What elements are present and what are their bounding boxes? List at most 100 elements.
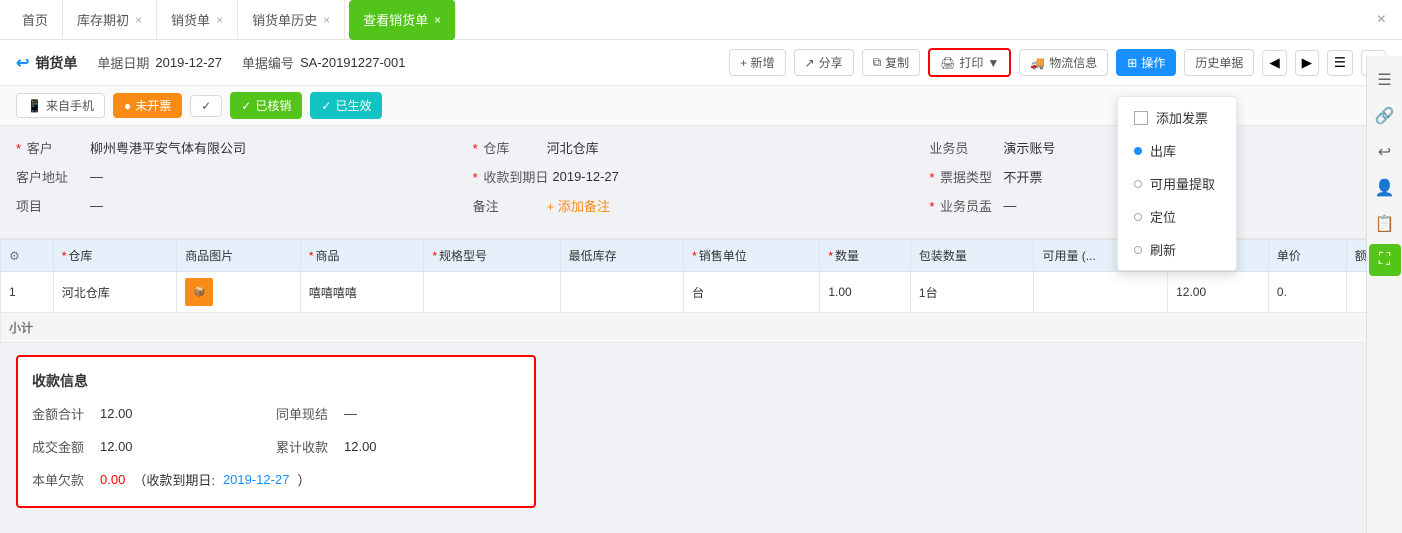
already-effective-button[interactable]: ✓ 已生效 bbox=[310, 92, 382, 119]
dropdown-refresh[interactable]: 刷新 bbox=[1118, 233, 1236, 266]
same-order-item: 同单现结 — bbox=[276, 401, 520, 426]
from-phone-button[interactable]: 📱 来自手机 bbox=[16, 93, 105, 118]
sidebar-icon-6[interactable]: ⛶ bbox=[1369, 244, 1401, 276]
col-sales-unit: *销售单位 bbox=[684, 240, 820, 272]
col-settings: ⚙ bbox=[1, 240, 54, 272]
col-product-img: 商品图片 bbox=[177, 240, 301, 272]
dropdown-outbound[interactable]: 出库 bbox=[1118, 134, 1236, 167]
circle-dot-icon-2 bbox=[1134, 213, 1142, 221]
doc-icon: ↩ bbox=[16, 53, 29, 73]
history-button[interactable]: 历史单据 bbox=[1184, 49, 1254, 76]
row-min-stock bbox=[560, 272, 684, 313]
close-all-tabs[interactable]: × bbox=[1369, 11, 1394, 29]
sidebar-icon-2[interactable]: 🔗 bbox=[1369, 100, 1401, 132]
close-view-sales-tab[interactable]: × bbox=[434, 13, 441, 27]
payment-section: 收款信息 金额合计 12.00 同单现结 — 成交金额 12.00 累计收款 1… bbox=[16, 355, 536, 508]
row-product: 嘻嘻嘻嘻 bbox=[300, 272, 424, 313]
confirm-button[interactable]: ✓ bbox=[190, 95, 222, 117]
operations-dropdown: 添加发票 出库 可用量提取 定位 刷新 bbox=[1117, 96, 1237, 271]
new-button[interactable]: + 新增 bbox=[729, 49, 785, 76]
logistics-button[interactable]: 🚚 物流信息 bbox=[1019, 49, 1108, 76]
note-field: 备注 + 添加备注 bbox=[473, 196, 930, 215]
next-button[interactable]: ▶ bbox=[1295, 50, 1319, 76]
dropdown-add-invoice[interactable]: 添加发票 bbox=[1118, 101, 1236, 134]
check-cyan-icon: ✓ bbox=[321, 99, 331, 113]
check-green-icon: ✓ bbox=[241, 99, 251, 113]
tab-sales-history[interactable]: 销货单历史 × bbox=[238, 0, 345, 40]
tab-sales-order[interactable]: 销货单 × bbox=[157, 0, 238, 40]
close-sales-order-tab[interactable]: × bbox=[216, 13, 223, 27]
circle-dot-icon-3 bbox=[1134, 246, 1142, 254]
doc-actions: + 新增 ↗ 分享 ⧉ 复制 🖨 打印 ▼ 🚚 物流信息 ⊞ bbox=[729, 48, 1386, 77]
balance-item: 本单欠款 0.00 （收款到期日: 2019-12-27 ） bbox=[32, 467, 520, 492]
unsaved-button[interactable]: ● 未开票 bbox=[113, 93, 182, 118]
tab-bar: 首页 库存期初 × 销货单 × 销货单历史 × 查看销货单 × × bbox=[0, 0, 1402, 40]
col-quantity: *数量 bbox=[820, 240, 911, 272]
dropdown-available-qty[interactable]: 可用量提取 bbox=[1118, 167, 1236, 200]
project-field: 项目 — bbox=[16, 196, 473, 215]
copy-icon: ⧉ bbox=[873, 55, 882, 70]
doc-meta: 单据日期 2019-12-27 单据编号 SA-20191227-001 bbox=[97, 53, 405, 72]
col-pack-qty: 包装数量 bbox=[910, 240, 1034, 272]
row-pack-qty: 1台 bbox=[910, 272, 1034, 313]
tab-inventory-init[interactable]: 库存期初 × bbox=[63, 0, 157, 40]
doc-header: ↩ 销货单 单据日期 2019-12-27 单据编号 SA-20191227-0… bbox=[0, 40, 1402, 86]
right-sidebar: ☰ 🔗 ↩ 👤 📋 ⛶ bbox=[1366, 56, 1402, 533]
sidebar-icon-1[interactable]: ☰ bbox=[1369, 64, 1401, 96]
copy-button[interactable]: ⧉ 复制 bbox=[862, 49, 921, 76]
sidebar-icon-3[interactable]: ↩ bbox=[1369, 136, 1401, 168]
settings-icon[interactable]: ⚙ bbox=[9, 249, 20, 263]
check-icon: ✓ bbox=[201, 99, 211, 113]
print-button[interactable]: 🖨 打印 ▼ bbox=[928, 48, 1011, 77]
add-note-button[interactable]: + 添加备注 bbox=[547, 196, 610, 215]
row-quantity: 1.00 bbox=[820, 272, 911, 313]
row-unit-price: 0. bbox=[1268, 272, 1346, 313]
row-spec bbox=[424, 272, 560, 313]
close-inventory-init-tab[interactable]: × bbox=[135, 13, 142, 27]
doc-date-field: 单据日期 2019-12-27 bbox=[97, 53, 222, 72]
circle-icon: ● bbox=[124, 99, 131, 113]
dropdown-locate[interactable]: 定位 bbox=[1118, 200, 1236, 233]
payment-grid: 金额合计 12.00 同单现结 — 成交金额 12.00 累计收款 12.00 … bbox=[32, 401, 520, 492]
sidebar-icon-4[interactable]: 👤 bbox=[1369, 172, 1401, 204]
customer-field: * 客户 柳州粤港平安气体有限公司 bbox=[16, 138, 473, 157]
row-current-stock: 12.00 bbox=[1168, 272, 1269, 313]
table-row: 1 河北仓库 📦 嘻嘻嘻嘻 台 1.00 1台 12.00 0. bbox=[1, 272, 1402, 313]
subtotal-row: 小计 bbox=[1, 313, 1402, 343]
row-no: 1 bbox=[1, 272, 54, 313]
col-warehouse: *仓库 bbox=[53, 240, 177, 272]
tab-home[interactable]: 首页 bbox=[8, 0, 63, 40]
due-date-field: * 收款到期日 2019-12-27 bbox=[473, 167, 930, 186]
share-button[interactable]: ↗ 分享 bbox=[794, 49, 854, 76]
circle-dot-icon bbox=[1134, 180, 1142, 188]
col-unit-price: 单价 bbox=[1268, 240, 1346, 272]
deal-amount-item: 成交金额 12.00 bbox=[32, 434, 276, 459]
row-available bbox=[1034, 272, 1168, 313]
col-spec: *规格型号 bbox=[424, 240, 560, 272]
print-button-wrapper: 🖨 打印 ▼ bbox=[928, 48, 1011, 77]
operations-button[interactable]: ⊞ 操作 bbox=[1116, 49, 1176, 76]
row-sales-unit: 台 bbox=[684, 272, 820, 313]
share-icon: ↗ bbox=[805, 56, 815, 70]
warehouse-field: * 仓库 河北仓库 bbox=[473, 138, 930, 157]
row-product-img: 📦 bbox=[177, 272, 301, 313]
sidebar-icon-5[interactable]: 📋 bbox=[1369, 208, 1401, 240]
payment-title: 收款信息 bbox=[32, 371, 520, 391]
product-thumbnail: 📦 bbox=[185, 278, 213, 306]
tab-view-sales[interactable]: 查看销货单 × bbox=[349, 0, 456, 40]
total-amount-item: 金额合计 12.00 bbox=[32, 401, 276, 426]
print-icon: 🖨 bbox=[940, 56, 955, 70]
address-field: 客户地址 — bbox=[16, 167, 473, 186]
grid-icon: ⊞ bbox=[1127, 56, 1137, 70]
prev-button[interactable]: ◀ bbox=[1262, 50, 1286, 76]
doc-title: ↩ 销货单 bbox=[16, 53, 77, 73]
close-sales-history-tab[interactable]: × bbox=[323, 13, 330, 27]
subtotal-label: 小计 bbox=[1, 313, 1402, 343]
list-view-button[interactable]: ☰ bbox=[1327, 50, 1353, 76]
blue-dot-icon bbox=[1134, 147, 1142, 155]
already-cancelled-button[interactable]: ✓ 已核销 bbox=[230, 92, 302, 119]
phone-icon: 📱 bbox=[27, 99, 42, 113]
row-warehouse: 河北仓库 bbox=[53, 272, 177, 313]
checkbox-icon bbox=[1134, 111, 1148, 125]
print-dropdown-arrow: ▼ bbox=[987, 56, 999, 70]
